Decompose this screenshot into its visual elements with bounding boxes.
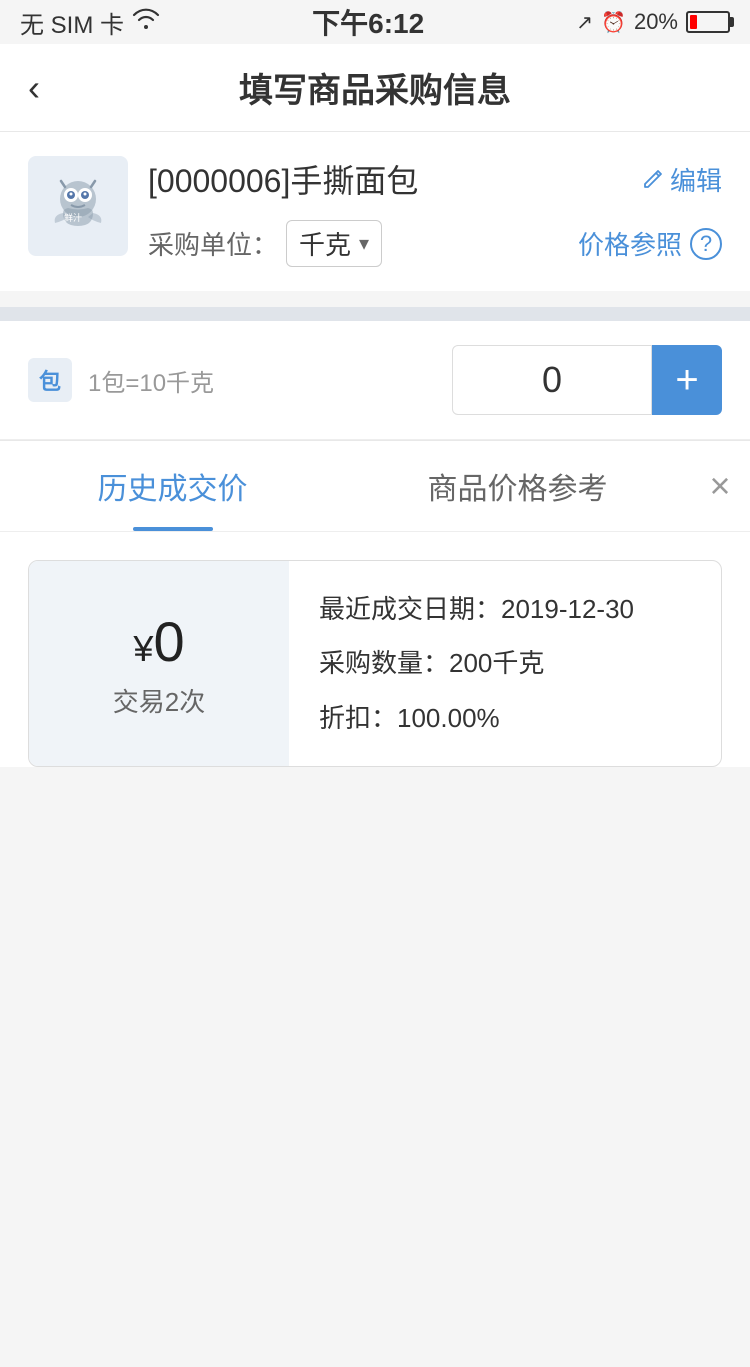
quantity-row: 包 1包=10千克 +	[0, 321, 750, 440]
discount-row: 折扣：100.00%	[319, 700, 691, 736]
last-trade-date-row: 最近成交日期：2019-12-30	[319, 591, 691, 627]
unit-value: 千克	[299, 225, 351, 262]
last-trade-date: 2019-12-30	[501, 594, 634, 624]
tab-product-price[interactable]: 商品价格参考	[345, 441, 690, 531]
main-background	[0, 767, 750, 1367]
trade-count: 交易2次	[113, 682, 205, 719]
plus-button[interactable]: +	[652, 345, 722, 415]
status-right: ↗ ⏰ 20%	[576, 9, 730, 35]
last-trade-label: 最近成交日期：	[319, 594, 501, 624]
wifi-icon	[132, 8, 160, 37]
quantity-detail-label: 采购数量：	[319, 648, 449, 678]
carrier-text: 无 SIM 卡	[20, 5, 124, 40]
product-name-row: [0000006]手撕面包 编辑	[148, 156, 722, 202]
tab-history-label: 历史成交价	[98, 464, 248, 508]
product-name: [0000006]手撕面包	[148, 156, 418, 202]
section-divider	[0, 307, 750, 321]
quantity-detail-value: 200千克	[449, 648, 544, 678]
unit-row: 采购单位： 千克 ▾ 价格参照 ?	[148, 220, 722, 267]
discount-value: 100.00%	[397, 703, 500, 733]
battery-fill	[690, 15, 697, 29]
alarm-icon: ⏰	[601, 10, 626, 35]
unit-badge: 包	[28, 358, 72, 402]
edit-label: 编辑	[670, 161, 722, 198]
status-bar: 无 SIM 卡 下午6:12 ↗ ⏰ 20%	[0, 0, 750, 44]
close-icon: ×	[709, 465, 730, 507]
price-ref-button[interactable]: 价格参照 ?	[578, 225, 722, 262]
edit-icon	[642, 168, 664, 190]
svg-text:鲜汁: 鲜汁	[64, 212, 82, 223]
quantity-unit-info: 包 1包=10千克	[28, 358, 214, 402]
tab-history-price[interactable]: 历史成交价	[0, 441, 345, 531]
discount-label: 折扣：	[319, 703, 397, 733]
close-panel-button[interactable]: ×	[690, 441, 750, 531]
price-tabs: 历史成交价 商品价格参考 ×	[0, 441, 750, 532]
price-number: 0	[153, 610, 184, 673]
price-left-panel: ¥0 交易2次	[29, 561, 289, 766]
product-section: 鲜汁 [0000006]手撕面包 编辑 采购单位： 千克	[0, 132, 750, 291]
price-yen-symbol: ¥	[133, 628, 153, 669]
page-title: 填写商品采购信息	[239, 63, 511, 112]
price-right-panel: 最近成交日期：2019-12-30 采购数量：200千克 折扣：100.00%	[289, 561, 721, 766]
purchase-quantity-row: 采购数量：200千克	[319, 645, 691, 681]
price-card-container: ¥0 交易2次 最近成交日期：2019-12-30 采购数量：200千克 折扣：…	[0, 532, 750, 767]
unit-conversion: 1包=10千克	[88, 363, 214, 398]
price-ref-icon: ?	[690, 228, 722, 260]
battery-icon	[686, 11, 730, 33]
battery-percent: 20%	[634, 9, 678, 35]
status-left: 无 SIM 卡	[20, 5, 160, 40]
unit-label-text: 采购单位：	[148, 225, 278, 262]
product-thumbnail: 鲜汁	[28, 156, 128, 256]
nav-bar: ‹ 填写商品采购信息	[0, 44, 750, 132]
quantity-section: 包 1包=10千克 +	[0, 321, 750, 440]
unit-select[interactable]: 千克 ▾	[286, 220, 382, 267]
product-info: [0000006]手撕面包 编辑 采购单位： 千克 ▾	[148, 156, 722, 267]
quantity-input-group: +	[452, 345, 722, 415]
quantity-input[interactable]	[452, 345, 652, 415]
price-display: ¥0	[133, 609, 184, 674]
price-panel: 历史成交价 商品价格参考 × ¥0 交易2次 最近成交日期：2019-12-30…	[0, 440, 750, 767]
location-icon: ↗	[576, 10, 593, 35]
product-row: 鲜汁 [0000006]手撕面包 编辑 采购单位： 千克	[28, 156, 722, 267]
unit-dropdown-arrow: ▾	[359, 231, 369, 256]
edit-button[interactable]: 编辑	[642, 161, 722, 198]
back-button[interactable]: ‹	[28, 67, 40, 109]
price-ref-label: 价格参照	[578, 225, 682, 262]
tab-product-label: 商品价格参考	[428, 464, 608, 508]
price-card: ¥0 交易2次 最近成交日期：2019-12-30 采购数量：200千克 折扣：…	[28, 560, 722, 767]
status-time: 下午6:12	[312, 2, 424, 42]
